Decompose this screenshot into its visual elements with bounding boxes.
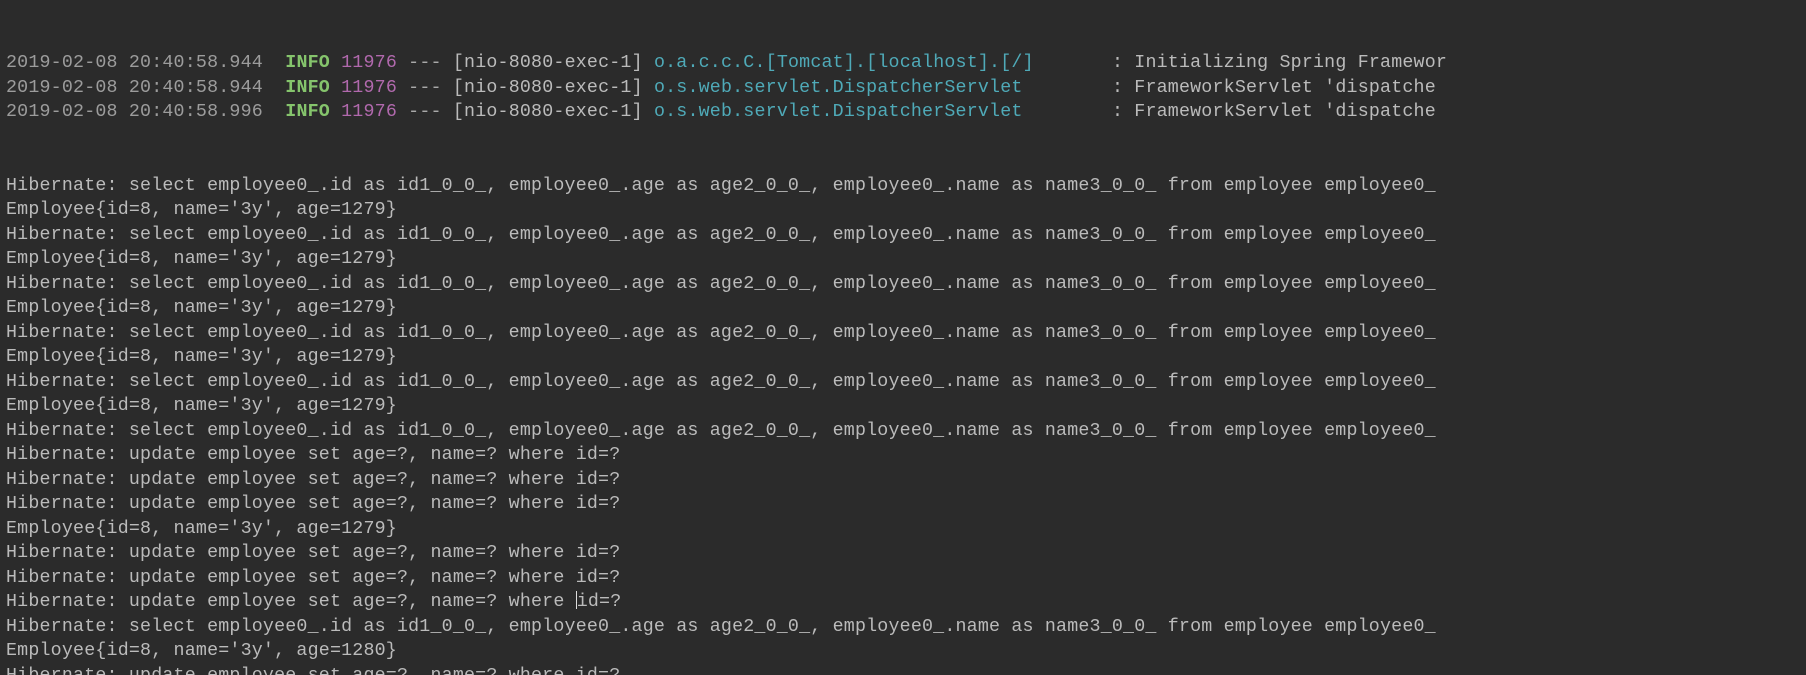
log-dash: ---	[408, 102, 442, 122]
log-level: INFO	[285, 53, 330, 73]
log-logger: o.a.c.c.C.[Tomcat].[localhost].[/]	[654, 53, 1101, 73]
log-line: Employee{id=8, name='3y', age=1279}	[6, 198, 1800, 223]
log-line: Hibernate: select employee0_.id as id1_0…	[6, 370, 1800, 395]
log-logger: o.s.web.servlet.DispatcherServlet	[654, 78, 1101, 98]
log-dash: ---	[408, 53, 442, 73]
log-line: Hibernate: update employee set age=?, na…	[6, 541, 1800, 566]
console-output[interactable]: 2019-02-08 20:40:58.944 INFO 11976 --- […	[0, 0, 1806, 675]
log-logger: o.s.web.servlet.DispatcherServlet	[654, 102, 1101, 122]
log-text: Employee{id=8, name='3y', age=1279}	[6, 519, 397, 539]
log-text: Hibernate: update employee set age=?, na…	[6, 445, 620, 465]
log-level: INFO	[285, 78, 330, 98]
log-line: Employee{id=8, name='3y', age=1279}	[6, 247, 1800, 272]
log-text: Employee{id=8, name='3y', age=1279}	[6, 200, 397, 220]
log-text: Employee{id=8, name='3y', age=1279}	[6, 396, 397, 416]
log-line: Hibernate: select employee0_.id as id1_0…	[6, 174, 1800, 199]
log-text: Hibernate: select employee0_.id as id1_0…	[6, 617, 1436, 637]
log-line: Hibernate: update employee set age=?, na…	[6, 590, 1800, 615]
log-line: Employee{id=8, name='3y', age=1279}	[6, 394, 1800, 419]
log-thread: [nio-8080-exec-1]	[453, 78, 643, 98]
log-text: Employee{id=8, name='3y', age=1279}	[6, 347, 397, 367]
log-line: Hibernate: select employee0_.id as id1_0…	[6, 419, 1800, 444]
log-line: Employee{id=8, name='3y', age=1280}	[6, 639, 1800, 664]
log-separator: :	[1112, 78, 1134, 98]
log-text: Hibernate: select employee0_.id as id1_0…	[6, 274, 1436, 294]
log-line: Employee{id=8, name='3y', age=1279}	[6, 296, 1800, 321]
log-line: Hibernate: update employee set age=?, na…	[6, 443, 1800, 468]
log-line: Hibernate: select employee0_.id as id1_0…	[6, 615, 1800, 640]
log-text: Hibernate: update employee set age=?, na…	[6, 543, 620, 563]
log-line: 2019-02-08 20:40:58.944 INFO 11976 --- […	[6, 76, 1800, 101]
log-text: Hibernate: update employee set age=?, na…	[6, 568, 620, 588]
log-line: Employee{id=8, name='3y', age=1279}	[6, 517, 1800, 542]
log-text: Hibernate: update employee set age=?, na…	[6, 666, 620, 675]
log-level: INFO	[285, 102, 330, 122]
log-pid: 11976	[341, 78, 397, 98]
log-ts: 2019-02-08 20:40:58.996	[6, 102, 263, 122]
log-ts: 2019-02-08 20:40:58.944	[6, 53, 263, 73]
log-line: Hibernate: select employee0_.id as id1_0…	[6, 223, 1800, 248]
log-msg: FrameworkServlet 'dispatche	[1134, 78, 1436, 98]
log-separator: :	[1112, 53, 1134, 73]
log-line: Hibernate: update employee set age=?, na…	[6, 566, 1800, 591]
log-line: Hibernate: update employee set age=?, na…	[6, 492, 1800, 517]
log-separator: :	[1112, 102, 1134, 122]
log-text: Hibernate: update employee set age=?, na…	[6, 494, 620, 514]
log-text-after: id=?	[577, 592, 622, 612]
log-text: Hibernate: select employee0_.id as id1_0…	[6, 323, 1436, 343]
log-line: 2019-02-08 20:40:58.944 INFO 11976 --- […	[6, 51, 1800, 76]
log-msg: FrameworkServlet 'dispatche	[1134, 102, 1436, 122]
log-text: Hibernate: update employee set age=?, na…	[6, 470, 620, 490]
log-thread: [nio-8080-exec-1]	[453, 102, 643, 122]
log-line: Hibernate: select employee0_.id as id1_0…	[6, 272, 1800, 297]
log-msg: Initializing Spring Framewor	[1134, 53, 1447, 73]
log-line: Employee{id=8, name='3y', age=1279}	[6, 345, 1800, 370]
log-text: Hibernate: select employee0_.id as id1_0…	[6, 176, 1436, 196]
log-line: 2019-02-08 20:40:58.996 INFO 11976 --- […	[6, 100, 1800, 125]
log-text: Hibernate: select employee0_.id as id1_0…	[6, 225, 1436, 245]
log-text: Hibernate: select employee0_.id as id1_0…	[6, 421, 1436, 441]
log-line: Hibernate: update employee set age=?, na…	[6, 468, 1800, 493]
log-dash: ---	[408, 78, 442, 98]
log-thread: [nio-8080-exec-1]	[453, 53, 643, 73]
log-line: Hibernate: select employee0_.id as id1_0…	[6, 321, 1800, 346]
log-text: Employee{id=8, name='3y', age=1279}	[6, 249, 397, 269]
log-pid: 11976	[341, 102, 397, 122]
log-text: Hibernate: select employee0_.id as id1_0…	[6, 372, 1436, 392]
log-line: Hibernate: update employee set age=?, na…	[6, 664, 1800, 675]
log-ts: 2019-02-08 20:40:58.944	[6, 78, 263, 98]
log-pid: 11976	[341, 53, 397, 73]
log-text: Hibernate: update employee set age=?, na…	[6, 592, 576, 612]
log-text: Employee{id=8, name='3y', age=1280}	[6, 641, 397, 661]
log-text: Employee{id=8, name='3y', age=1279}	[6, 298, 397, 318]
